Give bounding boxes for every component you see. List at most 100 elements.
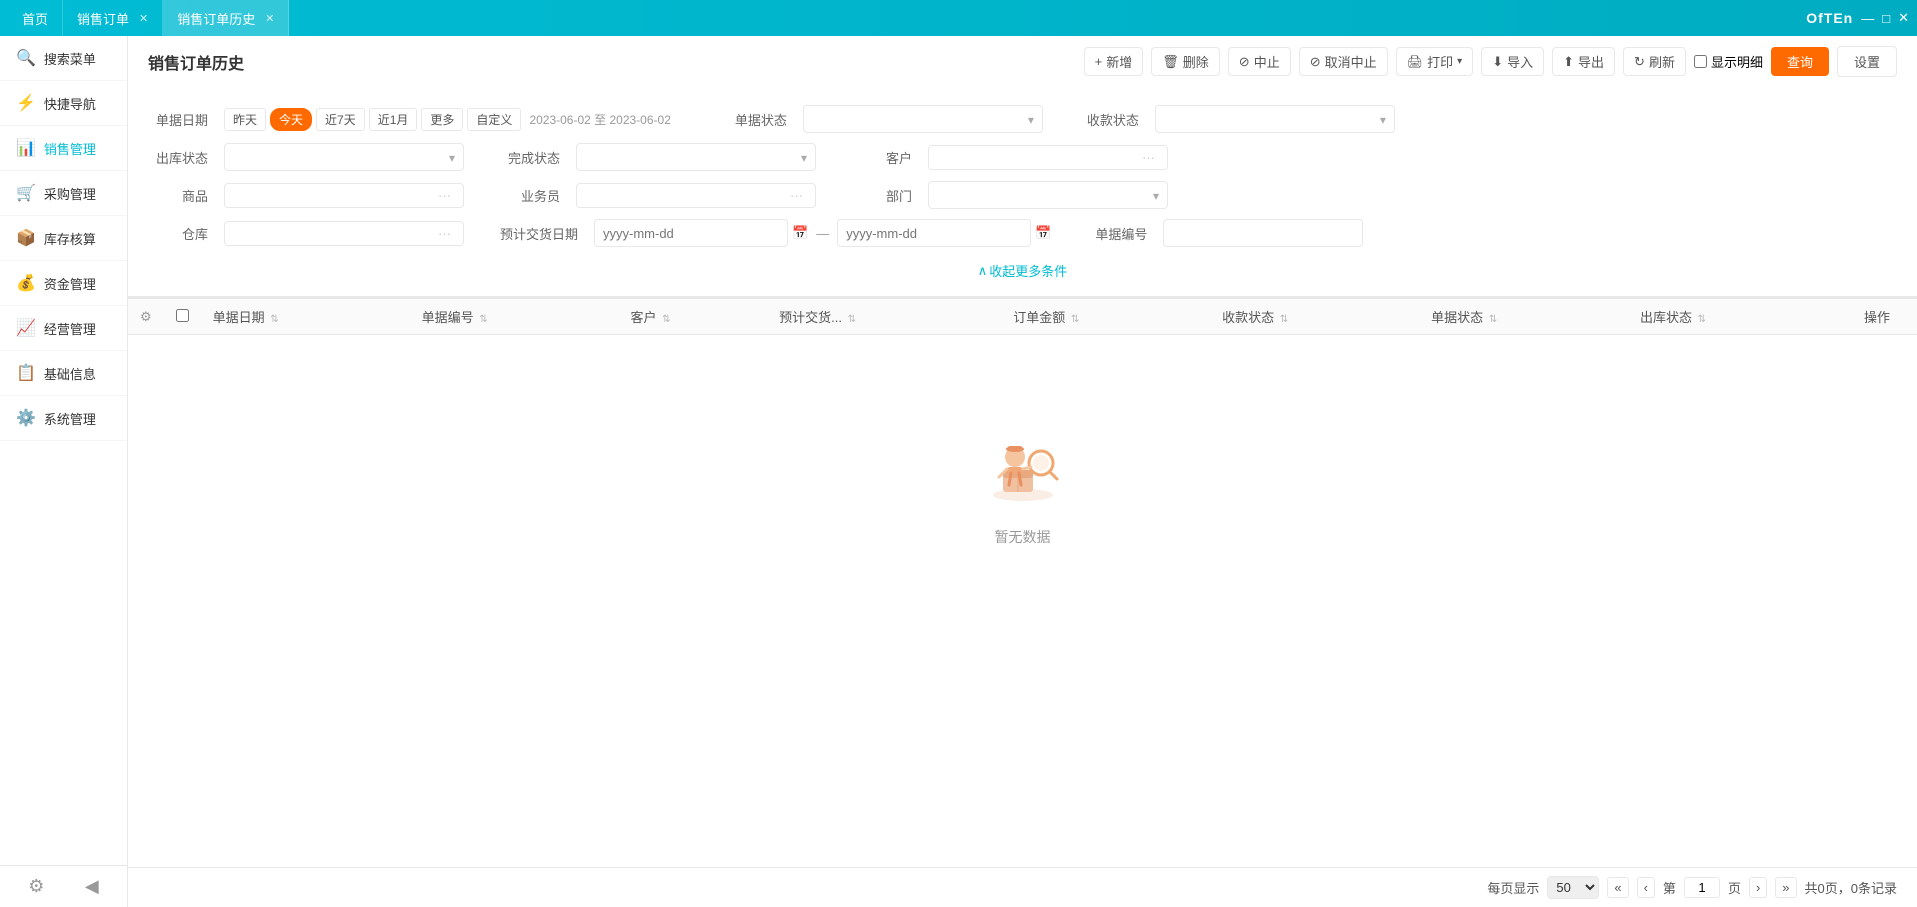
th-customer-label: 客户 bbox=[631, 310, 657, 325]
warehouse-dots[interactable]: ··· bbox=[434, 226, 455, 241]
cancel-stop-button[interactable]: ⊘ 取消中止 bbox=[1299, 47, 1388, 76]
th-order-status-sort[interactable]: ⇅ bbox=[1489, 314, 1497, 325]
sidebar-item-sales-mgmt-label: 销售管理 bbox=[44, 139, 96, 158]
tab-sales-order-close[interactable]: ✕ bbox=[139, 12, 148, 25]
more-btn[interactable]: 更多 bbox=[421, 108, 463, 131]
goods-dots[interactable]: ··· bbox=[434, 188, 455, 203]
th-number-sort[interactable]: ⇅ bbox=[479, 314, 487, 325]
delivery-date-start[interactable] bbox=[594, 219, 788, 247]
order-number-input[interactable] bbox=[1163, 219, 1363, 247]
last-page-button[interactable]: » bbox=[1775, 877, 1796, 898]
pagination-bar: 每页显示 50 100 200 « ‹ 第 页 › » 共0页，0条记录 bbox=[128, 867, 1917, 907]
sidebar-item-basic-info[interactable]: 📋 基础信息 bbox=[0, 351, 127, 396]
delivery-date-range: 📅 — 📅 bbox=[594, 219, 1051, 247]
print-button[interactable]: 🖨 打印 ▾ bbox=[1396, 47, 1474, 76]
th-customer-sort[interactable]: ⇅ bbox=[662, 314, 670, 325]
yesterday-btn[interactable]: 昨天 bbox=[224, 108, 266, 131]
minimize-icon[interactable]: — bbox=[1861, 11, 1874, 26]
import-button[interactable]: ⬇ 导入 bbox=[1481, 47, 1544, 76]
export-button[interactable]: ⬆ 导出 bbox=[1552, 47, 1615, 76]
first-page-button[interactable]: « bbox=[1607, 877, 1628, 898]
sidebar-item-quick-nav[interactable]: ⚡ 快捷导航 bbox=[0, 81, 127, 126]
warehouse-input[interactable]: ··· bbox=[224, 221, 464, 246]
tab-home[interactable]: 首页 bbox=[8, 0, 63, 36]
salesperson-dots[interactable]: ··· bbox=[786, 188, 807, 203]
customer-dots[interactable]: ··· bbox=[1138, 150, 1159, 165]
print-arrow-icon: ▾ bbox=[1457, 56, 1462, 67]
stop-button[interactable]: ⊘ 中止 bbox=[1228, 47, 1291, 76]
today-btn[interactable]: 今天 bbox=[270, 108, 312, 131]
th-date-label: 单据日期 bbox=[213, 310, 265, 325]
out-status-select[interactable] bbox=[224, 143, 464, 171]
date-buttons: 昨天 今天 近7天 近1月 更多 自定义 bbox=[224, 108, 521, 131]
delivery-date-label: 预计交货日期 bbox=[500, 224, 578, 243]
date-filter-control: 昨天 今天 近7天 近1月 更多 自定义 2023-06-02 至 2023-0… bbox=[224, 108, 671, 131]
payment-status-chevron bbox=[1380, 112, 1386, 127]
salesperson-input[interactable]: ··· bbox=[576, 183, 816, 208]
top-bar-right: OfTEn — □ ✕ bbox=[1806, 10, 1909, 26]
display-detail-checkbox[interactable]: 显示明细 bbox=[1694, 52, 1763, 71]
last1month-btn[interactable]: 近1月 bbox=[369, 108, 418, 131]
query-button[interactable]: 查询 bbox=[1771, 47, 1829, 76]
th-amount-sort[interactable]: ⇅ bbox=[1071, 314, 1079, 325]
salesperson-label: 业务员 bbox=[500, 186, 560, 205]
prev-page-button[interactable]: ‹ bbox=[1637, 877, 1655, 898]
select-all-checkbox[interactable] bbox=[176, 309, 189, 322]
customer-input[interactable]: ··· bbox=[928, 145, 1168, 170]
tab-sales-order-history[interactable]: 销售订单历史 ✕ bbox=[163, 0, 289, 36]
th-out-status-sort[interactable]: ⇅ bbox=[1698, 314, 1706, 325]
delivery-date-end[interactable] bbox=[837, 219, 1031, 247]
close-icon[interactable]: ✕ bbox=[1898, 10, 1909, 26]
sidebar-item-inventory[interactable]: 📦 库存核算 bbox=[0, 216, 127, 261]
sidebar-collapse-icon[interactable]: ◀ bbox=[85, 876, 99, 897]
sidebar-settings-icon[interactable]: ⚙ bbox=[28, 876, 44, 897]
import-label: 导入 bbox=[1507, 52, 1533, 71]
goods-input[interactable]: ··· bbox=[224, 183, 464, 208]
page-number-input[interactable] bbox=[1684, 877, 1720, 898]
total-text: 共0页，0条记录 bbox=[1805, 878, 1897, 897]
sidebar-item-operations[interactable]: 📈 经营管理 bbox=[0, 306, 127, 351]
complete-status-select[interactable] bbox=[576, 143, 816, 171]
th-delivery-label: 预计交货... bbox=[779, 310, 842, 325]
setting-button[interactable]: 设置 bbox=[1837, 46, 1897, 77]
sidebar-item-search-menu[interactable]: 🔍 搜索菜单 bbox=[0, 36, 127, 81]
print-label: 打印 bbox=[1427, 52, 1453, 71]
table-header-row: ⚙ 单据日期 ⇅ 单据编号 ⇅ bbox=[128, 299, 1917, 335]
sidebar-item-finance[interactable]: 💰 资金管理 bbox=[0, 261, 127, 306]
th-delivery-sort[interactable]: ⇅ bbox=[848, 314, 856, 325]
tab-sales-order[interactable]: 销售订单 ✕ bbox=[63, 0, 163, 36]
sidebar-item-system[interactable]: ⚙️ 系统管理 bbox=[0, 396, 127, 441]
th-number-label: 单据编号 bbox=[422, 310, 474, 325]
sidebar-item-purchase-mgmt[interactable]: 🛒 采购管理 bbox=[0, 171, 127, 216]
collapse-button[interactable]: ∧ 收起更多条件 bbox=[978, 261, 1068, 280]
last7days-btn[interactable]: 近7天 bbox=[316, 108, 365, 131]
sidebar-item-sales-mgmt[interactable]: 📊 销售管理 bbox=[0, 126, 127, 171]
department-select[interactable] bbox=[928, 181, 1168, 209]
refresh-button[interactable]: ↻ 刷新 bbox=[1623, 47, 1686, 76]
complete-status-chevron bbox=[801, 150, 807, 165]
th-date-sort[interactable]: ⇅ bbox=[270, 314, 278, 325]
calendar-end-icon[interactable]: 📅 bbox=[1035, 225, 1051, 241]
brand-text: OfTEn bbox=[1806, 10, 1853, 26]
quick-nav-icon: ⚡ bbox=[16, 93, 36, 113]
page-size-select[interactable]: 50 100 200 bbox=[1547, 876, 1599, 899]
stop-label: 中止 bbox=[1254, 52, 1280, 71]
th-payment-status-sort[interactable]: ⇅ bbox=[1280, 314, 1288, 325]
filter-row-2: 出库状态 完成状态 客户 ··· bbox=[148, 143, 1897, 171]
delete-button[interactable]: 🗑 删除 bbox=[1151, 47, 1220, 76]
calendar-start-icon[interactable]: 📅 bbox=[792, 225, 808, 241]
collapse-row: ∧ 收起更多条件 bbox=[148, 257, 1897, 284]
payment-status-select[interactable] bbox=[1155, 105, 1395, 133]
maximize-icon[interactable]: □ bbox=[1882, 11, 1890, 26]
th-out-status: 出库状态 ⇅ bbox=[1628, 299, 1837, 335]
custom-btn[interactable]: 自定义 bbox=[467, 108, 521, 131]
order-status-select[interactable] bbox=[803, 105, 1043, 133]
tab-sales-order-history-close[interactable]: ✕ bbox=[265, 12, 274, 25]
purchase-mgmt-icon: 🛒 bbox=[16, 183, 36, 203]
next-page-button[interactable]: › bbox=[1749, 877, 1767, 898]
collapse-up-icon: ∧ bbox=[978, 263, 988, 279]
table-settings-icon[interactable]: ⚙ bbox=[140, 309, 152, 324]
new-button[interactable]: + 新增 bbox=[1084, 47, 1144, 76]
display-detail-input[interactable] bbox=[1694, 55, 1707, 68]
th-date: 单据日期 ⇅ bbox=[201, 299, 410, 335]
